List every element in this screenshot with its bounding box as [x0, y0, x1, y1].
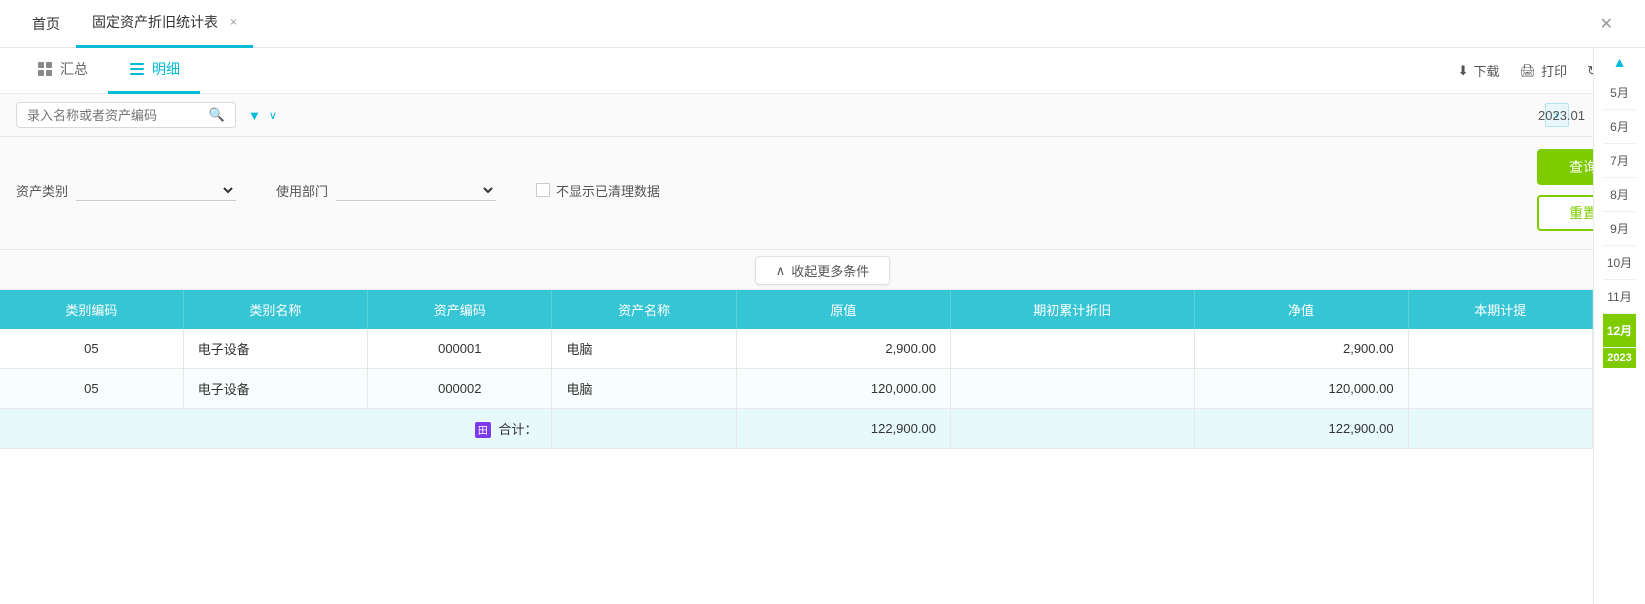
tab-summary-label: 汇总 [60, 59, 88, 79]
total-asset-name-cell [552, 409, 736, 449]
summary-icon [36, 60, 54, 78]
no-cleared-checkbox[interactable] [536, 183, 550, 197]
col-accumulated-depreciation: 期初累计折旧 [950, 290, 1194, 329]
main-content: 汇总 明细 ⬇ 下载 🖨 打印 ↻ 刷新 [0, 48, 1645, 604]
cell-category-name: 电子设备 [183, 369, 367, 409]
sidebar-month-item[interactable]: 6月 [1603, 110, 1636, 144]
cell-original-value: 120,000.00 [736, 369, 950, 409]
collapse-button[interactable]: ∧ 收起更多条件 [755, 256, 891, 285]
cell-current-depreciation [1408, 329, 1592, 369]
right-sidebar: ▲ 5月6月7月8月9月10月11月12月2023 [1593, 48, 1645, 604]
collapse-row: ∧ 收起更多条件 [0, 250, 1645, 290]
cell-asset-name: 电脑 [552, 369, 736, 409]
cell-asset-name: 电脑 [552, 329, 736, 369]
filter-asset-category: 资产类别 电子设备 [16, 179, 236, 201]
window-close-button[interactable]: ✕ [1584, 14, 1629, 34]
total-net-value: 122,900.00 [1194, 409, 1408, 449]
main-tab[interactable]: 固定资产折旧统计表 × [76, 0, 253, 48]
search-bar: 🔍 ▼ ∨ › 2023.01 [0, 94, 1645, 137]
col-asset-code: 资产编码 [368, 290, 552, 329]
department-select[interactable] [336, 179, 496, 201]
sidebar-month-item[interactable]: 12月 [1603, 314, 1636, 348]
tab-detail[interactable]: 明细 [108, 48, 200, 94]
total-accumulated-depreciation [950, 409, 1194, 449]
no-cleared-filter: 不显示已清理数据 [536, 181, 660, 200]
no-cleared-label: 不显示已清理数据 [556, 181, 660, 200]
sidebar-nav-up[interactable]: ▲ [1594, 48, 1645, 76]
sidebar-month-item[interactable]: 5月 [1603, 76, 1636, 110]
sidebar-month-item[interactable]: 11月 [1603, 280, 1636, 314]
tab-summary[interactable]: 汇总 [16, 48, 108, 94]
col-category-name: 类别名称 [183, 290, 367, 329]
chevron-down-icon: ∨ [269, 109, 277, 122]
total-current-depreciation [1408, 409, 1592, 449]
table-row: 05 电子设备 000001 电脑 2,900.00 2,900.00 [0, 329, 1593, 369]
tab-close-icon[interactable]: × [230, 15, 237, 29]
col-category-code: 类别编码 [0, 290, 183, 329]
asset-category-select[interactable]: 电子设备 [76, 179, 236, 201]
print-icon: 🖨 [1520, 63, 1537, 79]
table-row: 05 电子设备 000002 电脑 120,000.00 120,000.00 [0, 369, 1593, 409]
cell-original-value: 2,900.00 [736, 329, 950, 369]
cell-current-depreciation [1408, 369, 1592, 409]
col-asset-name: 资产名称 [552, 290, 736, 329]
table-header-row: 类别编码 类别名称 资产编码 资产名称 原值 期初累计折旧 净值 本期计提 [0, 290, 1593, 329]
col-current-depreciation: 本期计提 [1408, 290, 1592, 329]
download-label: 下载 [1474, 61, 1500, 80]
sidebar-month-item[interactable]: 7月 [1603, 144, 1636, 178]
total-label-cell: 田 合计： [0, 409, 552, 449]
data-table: 类别编码 类别名称 资产编码 资产名称 原值 期初累计折旧 净值 本期计提 05… [0, 290, 1593, 449]
filter-department: 使用部门 [276, 179, 496, 201]
tab-bar-left: 汇总 明细 [16, 48, 200, 94]
filter-area: 资产类别 电子设备 使用部门 不显示已清理数据 查询 重置 [0, 137, 1645, 250]
col-net-value: 净值 [1194, 290, 1408, 329]
search-icon[interactable]: 🔍 [209, 107, 225, 123]
download-button[interactable]: ⬇ 下载 [1458, 61, 1500, 80]
cell-accumulated-depreciation [950, 369, 1194, 409]
tab-detail-label: 明细 [152, 59, 180, 79]
filter-icon: ▼ [248, 108, 261, 123]
cell-net-value: 120,000.00 [1194, 369, 1408, 409]
tab-title: 固定资产折旧统计表 [92, 12, 218, 32]
cell-category-code: 05 [0, 329, 183, 369]
cell-accumulated-depreciation [950, 329, 1194, 369]
top-nav: 首页 固定资产折旧统计表 × ✕ [0, 0, 1645, 48]
asset-category-label: 资产类别 [16, 181, 68, 200]
tab-bar: 汇总 明细 ⬇ 下载 🖨 打印 ↻ 刷新 [0, 48, 1645, 94]
home-tab[interactable]: 首页 [16, 14, 76, 34]
download-icon: ⬇ [1458, 63, 1469, 79]
cell-category-name: 电子设备 [183, 329, 367, 369]
date-display: 2023.01 [1538, 108, 1585, 123]
cell-net-value: 2,900.00 [1194, 329, 1408, 369]
department-label: 使用部门 [276, 181, 328, 200]
table-wrap: 类别编码 类别名称 资产编码 资产名称 原值 期初累计折旧 净值 本期计提 05… [0, 290, 1593, 604]
sidebar-month-item[interactable]: 9月 [1603, 212, 1636, 246]
print-button[interactable]: 🖨 打印 [1520, 61, 1568, 80]
chevron-up-icon: ∧ [776, 263, 786, 279]
search-input[interactable] [27, 108, 203, 123]
sidebar-month-item[interactable]: 8月 [1603, 178, 1636, 212]
search-input-wrap: 🔍 [16, 102, 236, 128]
collapse-label: 收起更多条件 [791, 261, 869, 280]
detail-icon [128, 60, 146, 78]
total-icon: 田 [475, 422, 491, 438]
col-original-value: 原值 [736, 290, 950, 329]
sidebar-month-item[interactable]: 10月 [1603, 246, 1636, 280]
cell-category-code: 05 [0, 369, 183, 409]
total-original-value: 122,900.00 [736, 409, 950, 449]
print-label: 打印 [1541, 61, 1567, 80]
table-total-row: 田 合计： 122,900.00 122,900.00 [0, 409, 1593, 449]
filter-row: 资产类别 电子设备 使用部门 不显示已清理数据 查询 重置 [16, 149, 1629, 231]
cell-asset-code: 000001 [368, 329, 552, 369]
more-conditions-button[interactable]: ▼ ∨ [248, 108, 277, 123]
sidebar-year-badge: 2023 [1603, 348, 1636, 368]
cell-asset-code: 000002 [368, 369, 552, 409]
